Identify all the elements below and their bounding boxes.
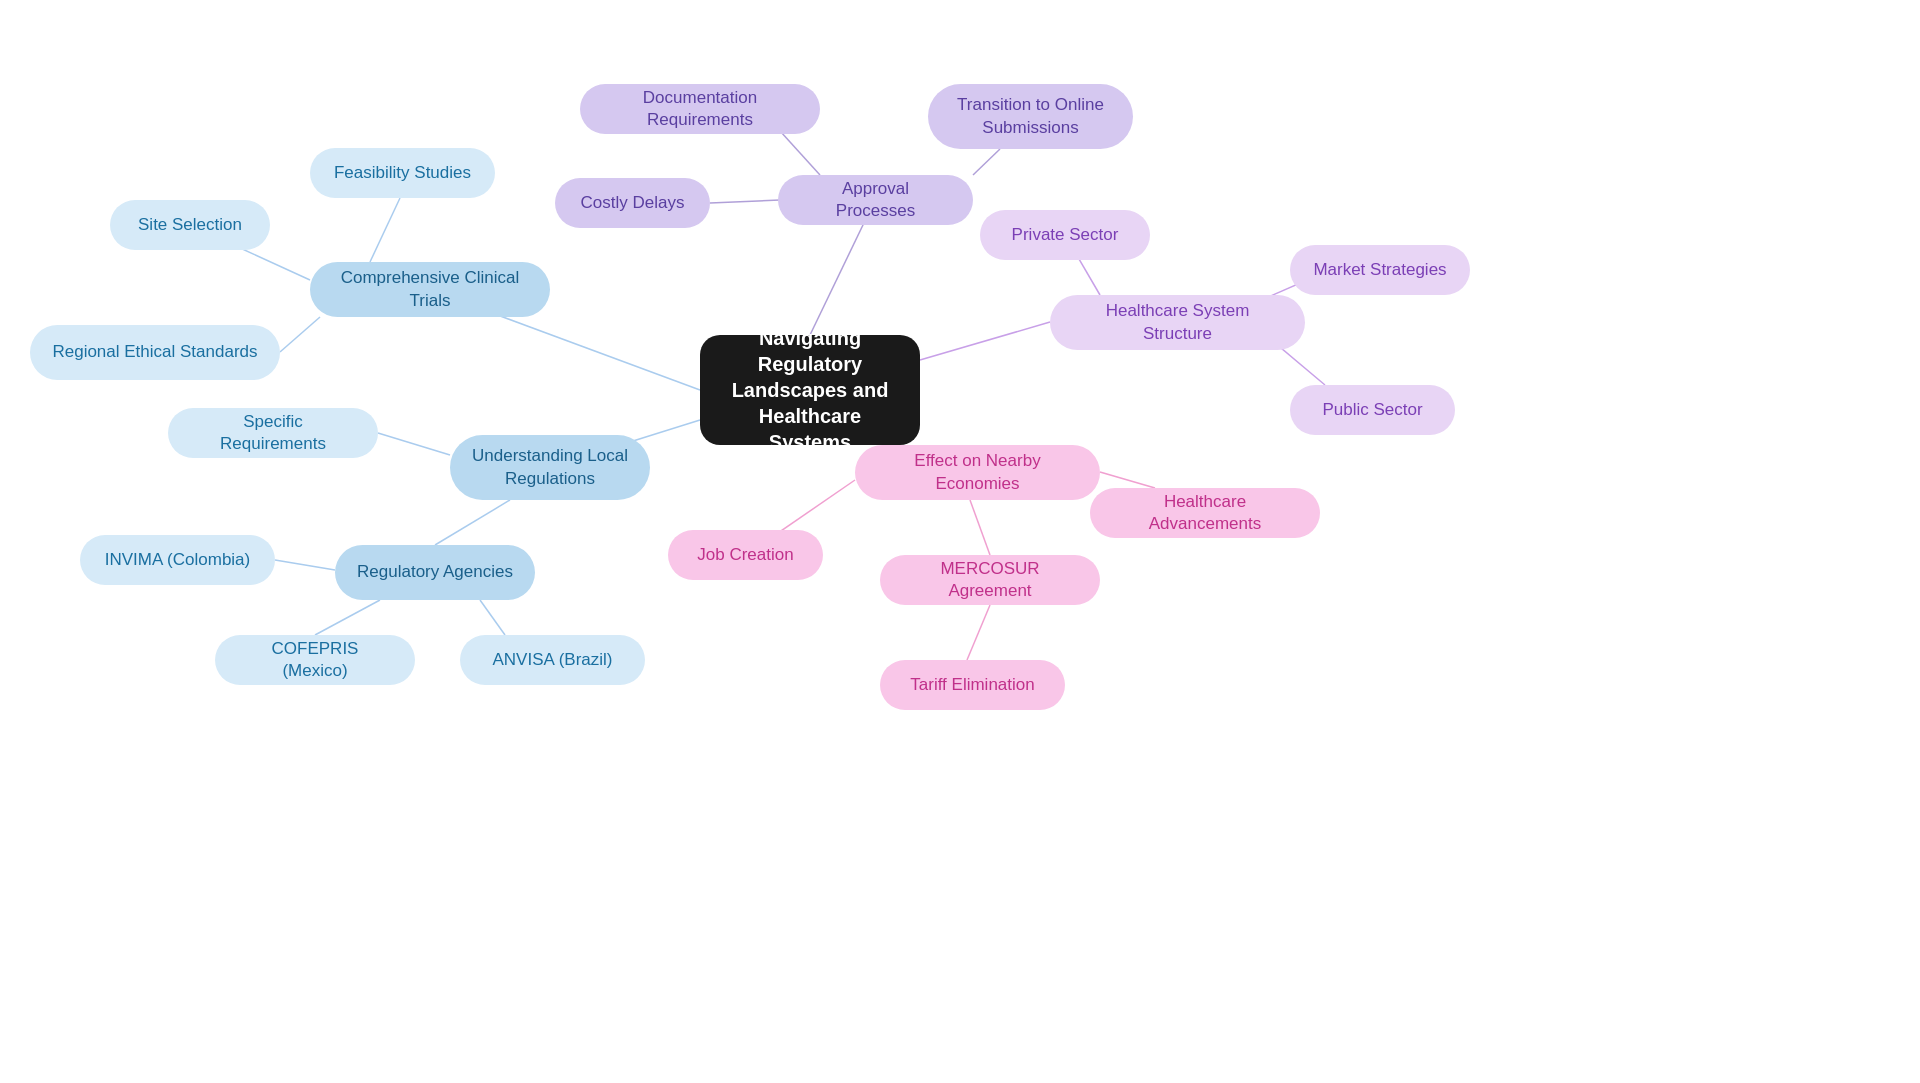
- cofepris-node: COFEPRIS (Mexico): [215, 635, 415, 685]
- feasibility-studies-node: Feasibility Studies: [310, 148, 495, 198]
- comprehensive-clinical-trials-label: Comprehensive Clinical Trials: [332, 267, 528, 311]
- svg-line-8: [315, 600, 380, 635]
- regional-ethical-standards-node: Regional Ethical Standards: [30, 325, 280, 380]
- costly-delays-label: Costly Delays: [581, 192, 685, 214]
- regional-ethical-standards-label: Regional Ethical Standards: [52, 341, 257, 363]
- market-strategies-label: Market Strategies: [1313, 259, 1446, 281]
- job-creation-node: Job Creation: [668, 530, 823, 580]
- healthcare-advancements-node: Healthcare Advancements: [1090, 488, 1320, 538]
- approval-processes-label: Approval Processes: [800, 178, 951, 222]
- cofepris-label: COFEPRIS (Mexico): [237, 638, 393, 682]
- site-selection-label: Site Selection: [138, 214, 242, 236]
- understanding-local-reg-label: Understanding Local Regulations: [472, 445, 628, 489]
- svg-line-2: [370, 198, 400, 262]
- private-sector-node: Private Sector: [980, 210, 1150, 260]
- specific-requirements-label: Specific Requirements: [190, 411, 356, 455]
- anvisa-label: ANVISA (Brazil): [493, 649, 613, 671]
- costly-delays-node: Costly Delays: [555, 178, 710, 228]
- regulatory-agencies-label: Regulatory Agencies: [357, 561, 513, 583]
- effect-nearby-economies-node: Effect on Nearby Economies: [855, 445, 1100, 500]
- transition-online-node: Transition to Online Submissions: [928, 84, 1133, 149]
- healthcare-system-structure-label: Healthcare System Structure: [1072, 300, 1283, 344]
- svg-line-20: [970, 500, 990, 555]
- svg-line-13: [973, 149, 1000, 175]
- svg-line-3: [280, 317, 320, 352]
- invima-node: INVIMA (Colombia): [80, 535, 275, 585]
- market-strategies-node: Market Strategies: [1290, 245, 1470, 295]
- tariff-elimination-node: Tariff Elimination: [880, 660, 1065, 710]
- job-creation-label: Job Creation: [697, 544, 793, 566]
- svg-line-21: [1100, 472, 1155, 488]
- svg-line-5: [378, 433, 450, 455]
- mercosur-agreement-node: MERCOSUR Agreement: [880, 555, 1100, 605]
- documentation-requirements-label: Documentation Requirements: [602, 87, 798, 131]
- healthcare-system-structure-node: Healthcare System Structure: [1050, 295, 1305, 350]
- svg-line-9: [480, 600, 505, 635]
- center-node: Navigating Regulatory Landscapes and Hea…: [700, 335, 920, 445]
- approval-processes-node: Approval Processes: [778, 175, 973, 225]
- specific-requirements-node: Specific Requirements: [168, 408, 378, 458]
- comprehensive-clinical-trials-node: Comprehensive Clinical Trials: [310, 262, 550, 317]
- public-sector-node: Public Sector: [1290, 385, 1455, 435]
- public-sector-label: Public Sector: [1322, 399, 1422, 421]
- feasibility-studies-label: Feasibility Studies: [334, 162, 471, 184]
- svg-line-7: [275, 560, 335, 570]
- svg-line-6: [435, 500, 510, 545]
- healthcare-advancements-label: Healthcare Advancements: [1112, 491, 1298, 535]
- mercosur-agreement-label: MERCOSUR Agreement: [902, 558, 1078, 602]
- site-selection-node: Site Selection: [110, 200, 270, 250]
- effect-nearby-economies-label: Effect on Nearby Economies: [877, 450, 1078, 494]
- private-sector-label: Private Sector: [1012, 224, 1119, 246]
- anvisa-node: ANVISA (Brazil): [460, 635, 645, 685]
- svg-line-22: [967, 605, 990, 660]
- understanding-local-reg-node: Understanding Local Regulations: [450, 435, 650, 500]
- documentation-requirements-node: Documentation Requirements: [580, 84, 820, 134]
- regulatory-agencies-node: Regulatory Agencies: [335, 545, 535, 600]
- invima-label: INVIMA (Colombia): [105, 549, 250, 571]
- svg-line-12: [710, 200, 780, 203]
- center-label: Navigating Regulatory Landscapes and Hea…: [722, 325, 898, 455]
- svg-line-14: [920, 322, 1050, 360]
- tariff-elimination-label: Tariff Elimination: [910, 674, 1034, 696]
- transition-online-label: Transition to Online Submissions: [957, 94, 1104, 138]
